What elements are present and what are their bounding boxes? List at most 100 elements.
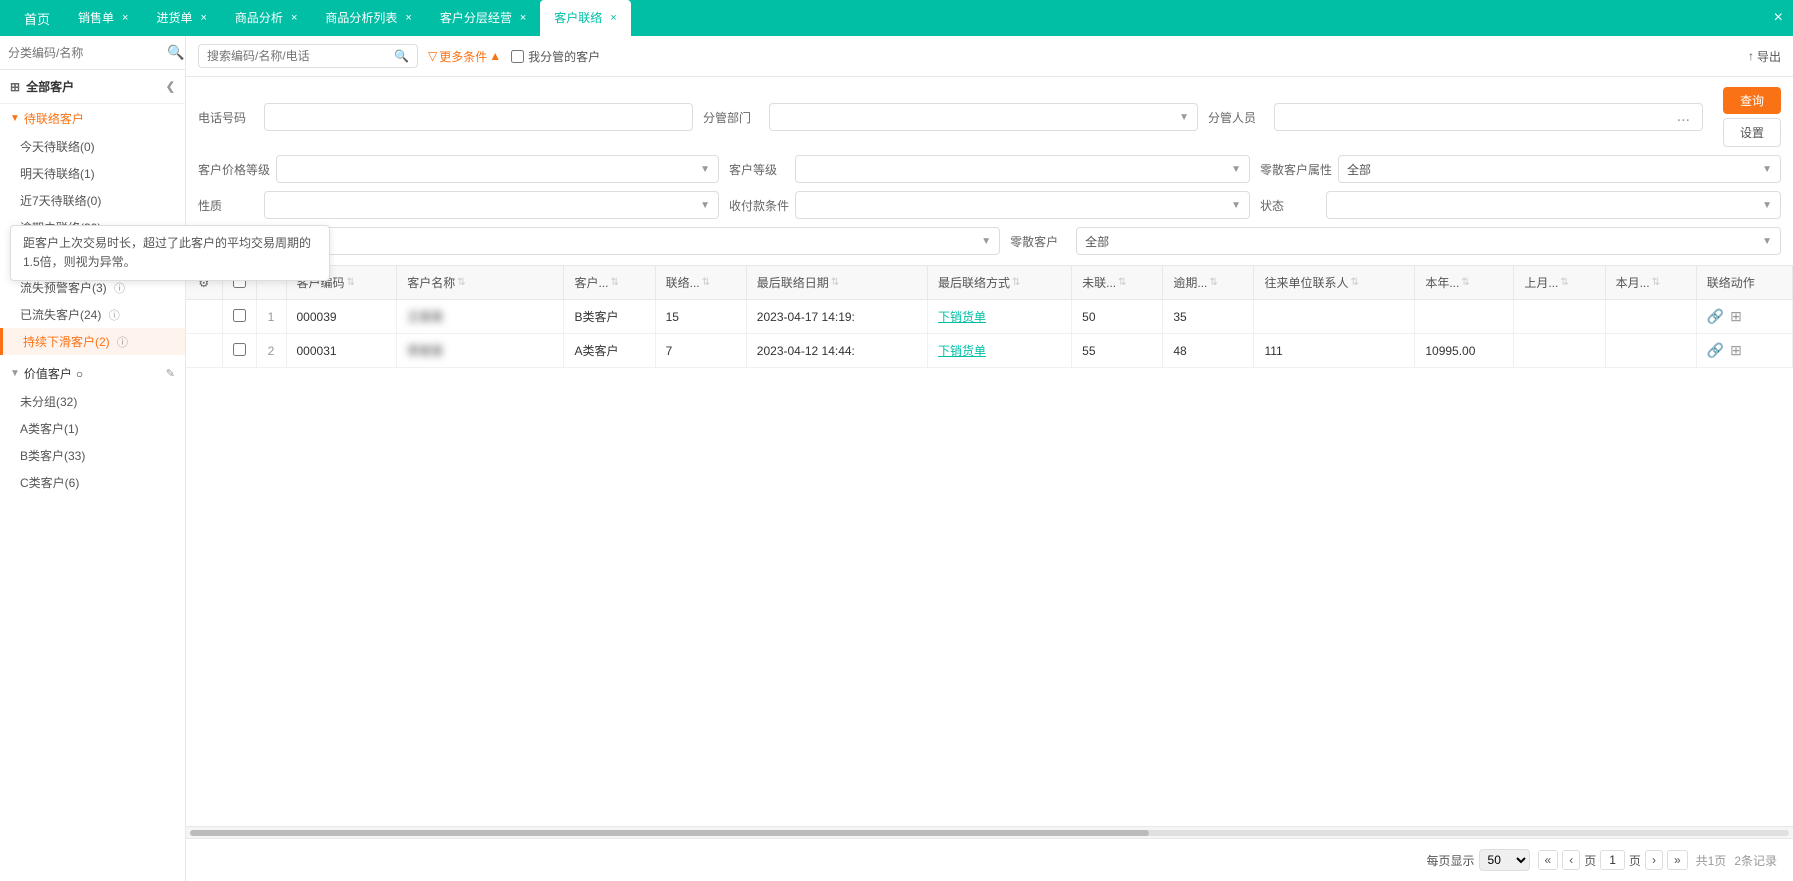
my-customers-checkbox[interactable]: 我分管的客户 <box>511 48 600 65</box>
sidebar-item-7days[interactable]: 近7天待联络(0) <box>0 187 185 214</box>
nav-tab-analysis-list[interactable]: 商品分析列表 × <box>311 0 425 36</box>
scroll-track[interactable] <box>190 830 1789 836</box>
dept-arrow-icon: ▼ <box>1179 112 1189 123</box>
main-search-icon[interactable]: 🔍 <box>394 49 409 63</box>
my-customers-check[interactable] <box>511 50 524 63</box>
customer-table: ⚙ 客户编码⇅ 客户名称⇅ 客户...⇅ <box>186 266 1793 368</box>
sort-contacts-icon: ⇅ <box>1351 277 1359 288</box>
sidebar-item-ungroup[interactable]: 未分组(32) <box>0 388 185 415</box>
nav-tab-analysis[interactable]: 商品分析 × <box>221 0 311 36</box>
horizontal-scrollbar[interactable] <box>186 826 1793 838</box>
th-this-month[interactable]: 本月...⇅ <box>1605 266 1696 300</box>
status-select[interactable]: ▼ <box>1326 191 1781 219</box>
query-button[interactable]: 查询 <box>1723 87 1781 114</box>
sidebar-search-container: 🔍 <box>0 36 185 70</box>
th-contact[interactable]: 联络...⇅ <box>655 266 746 300</box>
retail-customer-select[interactable]: 全部 ▼ <box>1076 227 1781 255</box>
th-last-method[interactable]: 最后联络方式⇅ <box>928 266 1072 300</box>
th-unpaid[interactable]: 未联...⇅ <box>1072 266 1163 300</box>
th-contacts[interactable]: 往来单位联系人⇅ <box>1254 266 1415 300</box>
first-page-button[interactable]: « <box>1538 850 1559 870</box>
row1-last-method[interactable]: 下销货单 <box>928 300 1072 334</box>
th-last-date[interactable]: 最后联络日期⇅ <box>746 266 927 300</box>
sidebar-search-input[interactable] <box>8 46 163 60</box>
th-type[interactable]: 客户...⇅ <box>564 266 655 300</box>
last-page-button[interactable]: » <box>1667 850 1688 870</box>
payment-arrow-icon: ▼ <box>1231 200 1241 211</box>
value-group-label[interactable]: ▼ 价值客户 ○ ✎ <box>0 359 185 388</box>
total-records: 2条记录 <box>1734 852 1777 869</box>
close-analysis-list-icon[interactable]: × <box>405 0 411 36</box>
sidebar-item-c-class[interactable]: C类客户(6) <box>0 469 185 496</box>
gender-select[interactable]: ▼ <box>264 191 719 219</box>
sidebar-item-lost[interactable]: 已流失客户(24) ⓘ <box>0 301 185 328</box>
row2-last-month <box>1514 334 1605 368</box>
person-select[interactable]: ... <box>1274 103 1703 131</box>
phone-label: 电话号码 <box>198 109 258 126</box>
close-analysis-icon[interactable]: × <box>291 0 297 36</box>
scroll-thumb[interactable] <box>190 830 1149 836</box>
payment-select[interactable]: ▼ <box>795 191 1250 219</box>
sidebar-item-today[interactable]: 今天待联络(0) <box>0 133 185 160</box>
customer-level-select[interactable]: ▼ <box>795 155 1250 183</box>
per-page-select[interactable]: 50 100 200 <box>1479 849 1530 871</box>
row1-overdue: 35 <box>1163 300 1254 334</box>
th-last-month[interactable]: 上月...⇅ <box>1514 266 1605 300</box>
row1-check[interactable] <box>233 309 246 322</box>
more-conditions-button[interactable]: ▽ 更多条件 ▲ <box>428 48 501 65</box>
close-all-button[interactable]: × <box>1774 9 1783 27</box>
sidebar-search-icon[interactable]: 🔍 <box>167 44 184 61</box>
filter-form: 电话号码 分管部门 ▼ 分管人员 ... <box>186 77 1793 266</box>
person-dots-icon[interactable]: ... <box>1673 108 1694 126</box>
customer-type-select[interactable]: ▼ <box>295 227 1000 255</box>
close-customer-tier-icon[interactable]: × <box>520 0 526 36</box>
row1-unpaid: 50 <box>1072 300 1163 334</box>
filter-buttons: 查询 设置 <box>1723 87 1781 147</box>
sidebar-item-b-class[interactable]: B类客户(33) <box>0 442 185 469</box>
row2-link-icon[interactable]: 🔗 <box>1707 342 1724 359</box>
nav-tab-customer-contact[interactable]: 客户联络 × <box>540 0 630 36</box>
price-level-select[interactable]: ▼ <box>276 155 719 183</box>
row1-name: 王某某 <box>397 300 564 334</box>
main-search-input[interactable] <box>207 49 390 63</box>
sidebar-item-declining[interactable]: 持续下滑客户(2) ⓘ <box>0 328 185 355</box>
filter-person: 分管人员 ... <box>1208 103 1703 131</box>
filter-retail-customer: 零散客户 全部 ▼ <box>1010 227 1781 255</box>
next-page-button[interactable]: › <box>1645 850 1663 870</box>
prev-page-button[interactable]: ‹ <box>1562 850 1580 870</box>
close-customer-contact-icon[interactable]: × <box>610 0 616 36</box>
close-sales-icon[interactable]: × <box>122 0 128 36</box>
row2-grid-icon[interactable]: ⊞ <box>1730 342 1742 359</box>
phone-input[interactable] <box>264 103 693 131</box>
value-edit-icon[interactable]: ✎ <box>166 367 175 380</box>
sidebar-item-tomorrow[interactable]: 明天待联络(1) <box>0 160 185 187</box>
price-level-label: 客户价格等级 <box>198 161 270 178</box>
th-overdue[interactable]: 逾期...⇅ <box>1163 266 1254 300</box>
sidebar-collapse-icon[interactable]: ❮ <box>166 80 175 93</box>
dept-select[interactable]: ▼ <box>769 103 1198 131</box>
row2-last-date: 2023-04-12 14:44: <box>746 334 927 368</box>
row1-index: 1 <box>256 300 286 334</box>
th-name[interactable]: 客户名称⇅ <box>397 266 564 300</box>
settings-button[interactable]: 设置 <box>1723 118 1781 147</box>
retail-attr-select[interactable]: 全部 ▼ <box>1338 155 1781 183</box>
nav-tab-purchase[interactable]: 进货单 × <box>142 0 220 36</box>
row2-this-year: 10995.00 <box>1415 334 1514 368</box>
pending-group-label[interactable]: ▼ 待联络客户 <box>0 104 185 133</box>
row1-grid-icon[interactable]: ⊞ <box>1730 308 1742 325</box>
row1-link-icon[interactable]: 🔗 <box>1707 308 1724 325</box>
row1-this-month <box>1605 300 1696 334</box>
row2-name: 李某某 <box>397 334 564 368</box>
top-nav: 首页 销售单 × 进货单 × 商品分析 × 商品分析列表 × 客户分层经营 × … <box>0 0 1793 36</box>
th-this-year[interactable]: 本年...⇅ <box>1415 266 1514 300</box>
row2-last-method[interactable]: 下销货单 <box>928 334 1072 368</box>
nav-tab-customer-tier[interactable]: 客户分层经营 × <box>426 0 540 36</box>
row2-this-month <box>1605 334 1696 368</box>
nav-home[interactable]: 首页 <box>10 9 64 28</box>
sort-last-method-icon: ⇅ <box>1012 277 1020 288</box>
close-purchase-icon[interactable]: × <box>200 0 206 36</box>
nav-tab-sales[interactable]: 销售单 × <box>64 0 142 36</box>
row2-check[interactable] <box>233 343 246 356</box>
export-button[interactable]: ↑ 导出 <box>1748 48 1781 65</box>
sidebar-item-a-class[interactable]: A类客户(1) <box>0 415 185 442</box>
